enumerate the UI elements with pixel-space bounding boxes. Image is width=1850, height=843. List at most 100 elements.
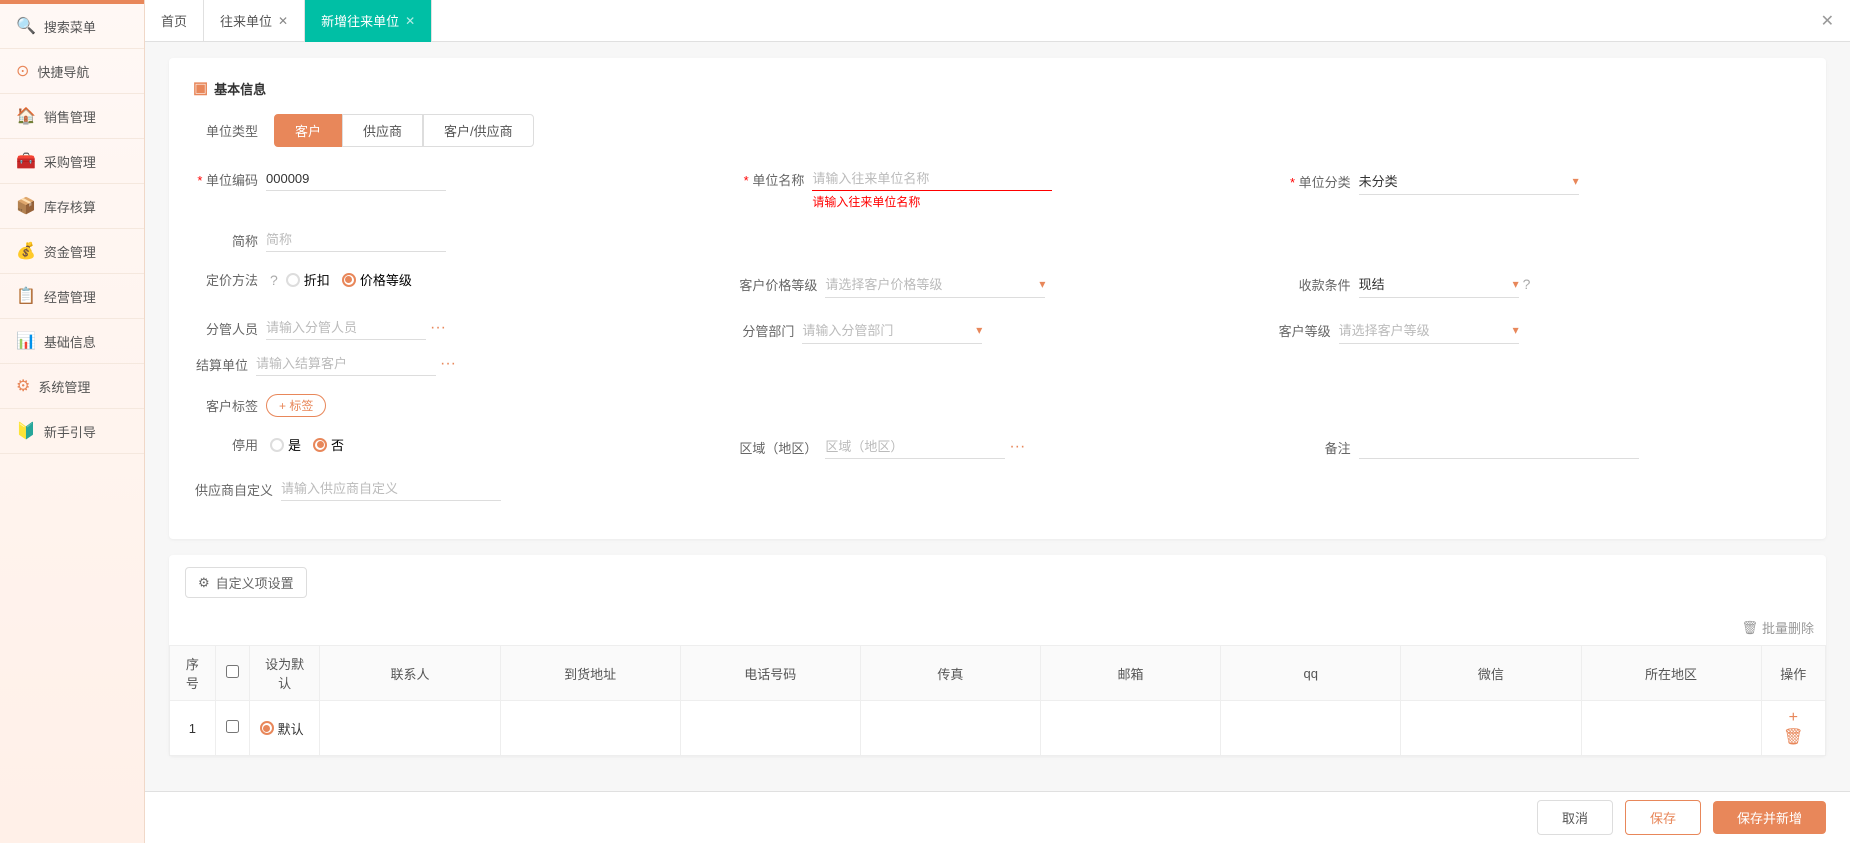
customer-level-select[interactable]: 请选择客户等级 ▾ bbox=[1339, 316, 1519, 344]
tab-new-partner-close[interactable]: ✕ bbox=[405, 14, 415, 28]
row-phone-input[interactable] bbox=[691, 721, 850, 736]
add-tag-button[interactable]: + 标签 bbox=[266, 394, 326, 417]
pricing-help-icon[interactable]: ? bbox=[270, 272, 278, 288]
supplier-custom-input[interactable] bbox=[281, 477, 501, 501]
cancel-button[interactable]: 取消 bbox=[1537, 800, 1613, 835]
unit-code-input[interactable] bbox=[266, 167, 446, 191]
section-title: ▣ 基本信息 bbox=[193, 78, 1802, 98]
tab-home[interactable]: 首页 bbox=[145, 0, 204, 42]
home-icon: ⊙ bbox=[16, 61, 29, 81]
sidebar-item-finance[interactable]: 💰 资金管理 bbox=[0, 229, 144, 274]
alias-input[interactable] bbox=[266, 228, 446, 252]
row-qq-input[interactable] bbox=[1231, 721, 1390, 736]
payment-terms-help-icon[interactable]: ? bbox=[1523, 276, 1531, 292]
row-wechat-input[interactable] bbox=[1411, 721, 1570, 736]
row-index: 1 bbox=[170, 701, 216, 756]
remark-field: 备注 bbox=[1286, 435, 1802, 459]
col-wechat: 微信 bbox=[1401, 646, 1581, 701]
row-region[interactable] bbox=[1581, 701, 1761, 756]
select-all-checkbox[interactable] bbox=[226, 665, 239, 678]
unit-name-input[interactable] bbox=[812, 167, 1052, 191]
row-add-button[interactable]: + bbox=[1789, 709, 1798, 726]
col-email: 邮箱 bbox=[1040, 646, 1220, 701]
pricing-radio-discount[interactable]: 折扣 bbox=[286, 270, 330, 289]
customer-price-level-select[interactable]: 请选择客户价格等级 ▾ bbox=[825, 270, 1045, 298]
unit-category-select[interactable]: 未分类 ▾ bbox=[1359, 167, 1579, 195]
row-email-input[interactable] bbox=[1051, 721, 1210, 736]
unit-category-label: 单位分类 bbox=[1286, 172, 1351, 191]
row-default-radio[interactable]: 默认 bbox=[260, 719, 310, 738]
tab-partner-close[interactable]: ✕ bbox=[278, 14, 288, 28]
region-field: 区域（地区） ··· bbox=[739, 435, 1255, 459]
payment-terms-value: 现结 bbox=[1359, 274, 1513, 293]
table-tools: 🗑 批量删除 bbox=[169, 610, 1826, 645]
sidebar-item-system[interactable]: ⚙ 系统管理 bbox=[0, 364, 144, 409]
custom-setting-button[interactable]: ⚙ 自定义项设置 bbox=[185, 567, 307, 598]
row-wechat[interactable] bbox=[1401, 701, 1581, 756]
batch-delete-button[interactable]: 🗑 批量删除 bbox=[1741, 618, 1814, 637]
form-row-manager: 分管人员 ··· 分管部门 请输入分管部门 ▾ 客户等级 bbox=[193, 316, 1802, 376]
save-new-button[interactable]: 保存并新增 bbox=[1713, 801, 1826, 834]
sidebar-item-inventory[interactable]: 📦 库存核算 bbox=[0, 184, 144, 229]
sidebar-item-newbie[interactable]: 🔰 新手引导 bbox=[0, 409, 144, 454]
disabled-radio-yes[interactable]: 是 bbox=[270, 435, 301, 454]
customer-level-placeholder: 请选择客户等级 bbox=[1339, 320, 1513, 339]
row-checkbox-cell[interactable] bbox=[215, 701, 249, 756]
manager-dots-btn[interactable]: ··· bbox=[426, 319, 450, 337]
unit-type-customer[interactable]: 客户 bbox=[274, 114, 342, 147]
remark-input[interactable] bbox=[1359, 435, 1639, 459]
operations-icon: 📋 bbox=[16, 286, 36, 306]
disabled-radio-group: 是 否 bbox=[270, 435, 344, 454]
row-fax[interactable] bbox=[860, 701, 1040, 756]
pricing-radio-level[interactable]: 价格等级 bbox=[342, 270, 412, 289]
sidebar-item-basic[interactable]: 📊 基础信息 bbox=[0, 319, 144, 364]
unit-type-both[interactable]: 客户/供应商 bbox=[423, 114, 534, 147]
tab-new-partner[interactable]: 新增往来单位 ✕ bbox=[305, 0, 432, 42]
row-fax-input[interactable] bbox=[871, 721, 1030, 736]
sidebar-item-purchase[interactable]: 🧰 采购管理 bbox=[0, 139, 144, 184]
unit-name-label: 单位名称 bbox=[739, 170, 804, 189]
col-region: 所在地区 bbox=[1581, 646, 1761, 701]
customer-level-arrow: ▾ bbox=[1513, 323, 1519, 337]
settle-unit-input[interactable] bbox=[256, 352, 436, 376]
sidebar-item-quicknav[interactable]: ⊙ 快捷导航 bbox=[0, 49, 144, 94]
save-button[interactable]: 保存 bbox=[1625, 800, 1701, 835]
row-delete-button[interactable]: 🗑 bbox=[1783, 729, 1803, 746]
tab-close-all-button[interactable]: ✕ bbox=[1805, 11, 1850, 31]
row-contact[interactable] bbox=[320, 701, 500, 756]
manager-label: 分管人员 bbox=[193, 319, 258, 338]
basic-icon: 📊 bbox=[16, 331, 36, 351]
disabled-radio-no[interactable]: 否 bbox=[313, 435, 344, 454]
manager-input[interactable] bbox=[266, 316, 426, 340]
tab-home-label: 首页 bbox=[161, 11, 187, 30]
sidebar-item-label: 采购管理 bbox=[44, 152, 96, 171]
row-qq[interactable] bbox=[1221, 701, 1401, 756]
department-placeholder: 请输入分管部门 bbox=[802, 320, 976, 339]
sidebar-item-label: 新手引导 bbox=[44, 422, 96, 441]
batch-delete-label: 批量删除 bbox=[1762, 618, 1814, 637]
row-address[interactable] bbox=[500, 701, 680, 756]
customer-level-label: 客户等级 bbox=[1266, 321, 1331, 340]
settle-unit-dots-btn[interactable]: ··· bbox=[436, 355, 460, 373]
tab-partner[interactable]: 往来单位 ✕ bbox=[204, 0, 305, 42]
sidebar-item-operations[interactable]: 📋 经营管理 bbox=[0, 274, 144, 319]
row-phone[interactable] bbox=[680, 701, 860, 756]
sidebar-item-label: 资金管理 bbox=[44, 242, 96, 261]
tab-new-partner-label: 新增往来单位 bbox=[321, 11, 399, 30]
payment-terms-select[interactable]: 现结 ▾ bbox=[1359, 270, 1519, 298]
tags-field: 客户标签 + 标签 bbox=[193, 394, 1802, 417]
row-checkbox[interactable] bbox=[226, 720, 239, 733]
region-dots-btn[interactable]: ··· bbox=[1005, 438, 1029, 456]
department-select[interactable]: 请输入分管部门 ▾ bbox=[802, 316, 982, 344]
unit-type-supplier[interactable]: 供应商 bbox=[342, 114, 423, 147]
table-row: 1 默认 bbox=[170, 701, 1826, 756]
row-region-input[interactable] bbox=[1592, 721, 1751, 736]
row-address-input[interactable] bbox=[511, 721, 670, 736]
row-contact-input[interactable] bbox=[330, 721, 489, 736]
col-check[interactable] bbox=[215, 646, 249, 701]
region-input[interactable] bbox=[825, 435, 1005, 459]
settle-unit-field: 结算单位 ··· bbox=[193, 352, 1802, 376]
row-email[interactable] bbox=[1040, 701, 1220, 756]
sidebar-item-search[interactable]: 🔍 搜索菜单 bbox=[0, 4, 144, 49]
sidebar-item-sales[interactable]: 🏠 销售管理 bbox=[0, 94, 144, 139]
